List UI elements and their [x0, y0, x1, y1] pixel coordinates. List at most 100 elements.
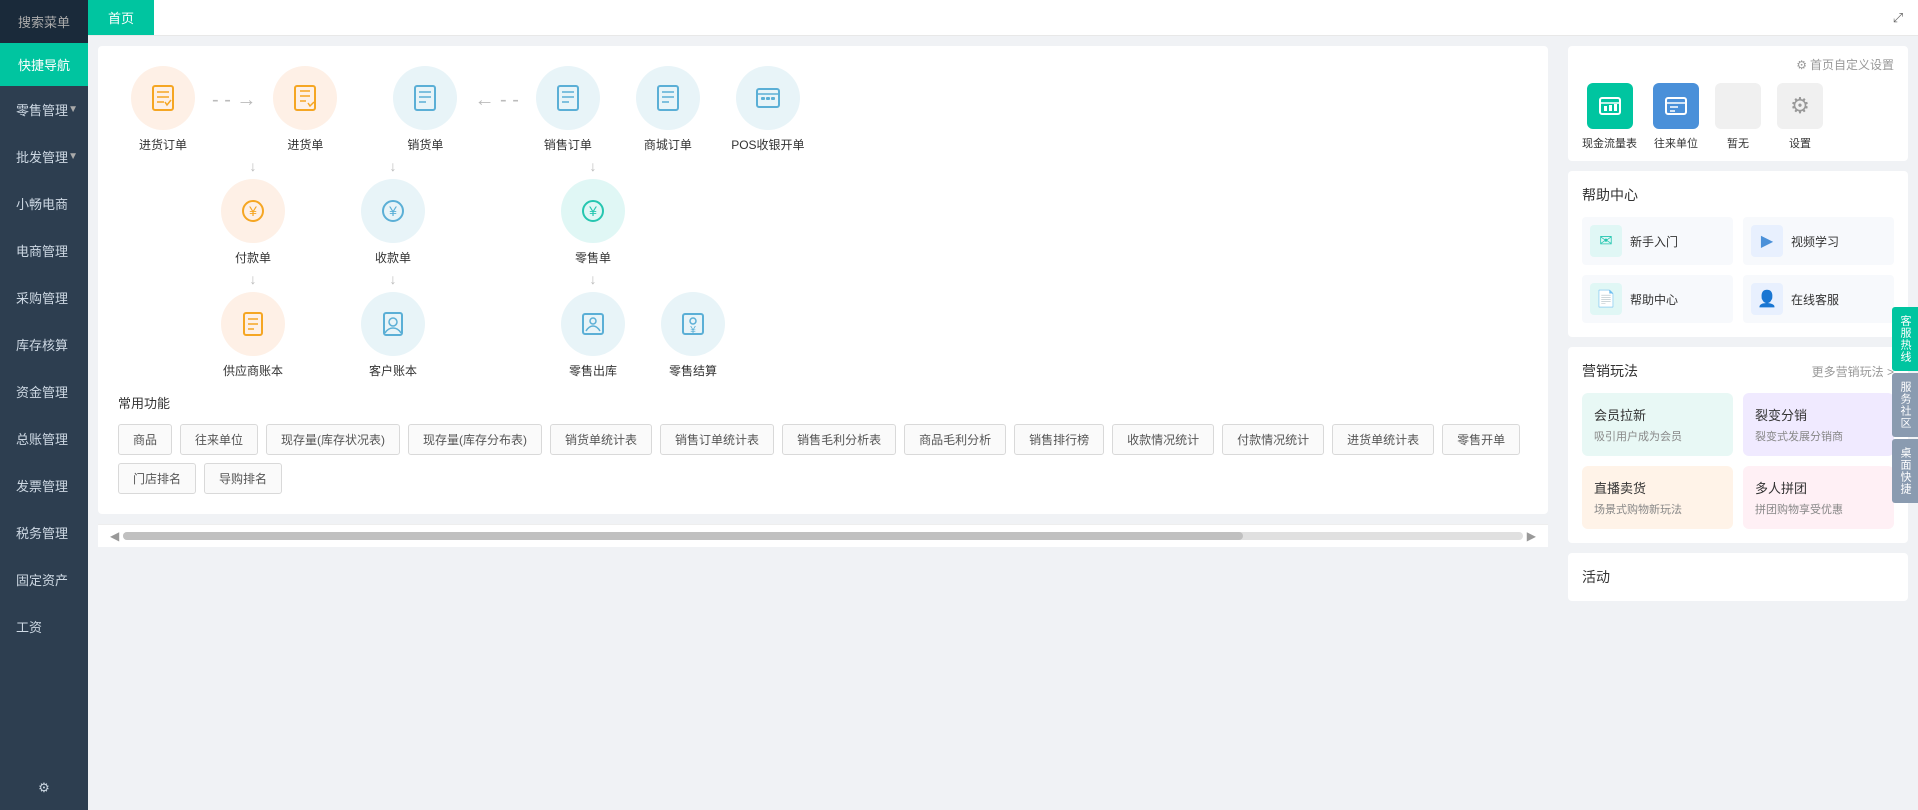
qa-item-partners[interactable]: 往来单位 [1653, 83, 1699, 151]
flow-node-retail-out[interactable]: 零售出库 [548, 292, 638, 379]
sidebar-item-salary[interactable]: 工资 [0, 603, 88, 650]
down-arrow-vendor: ↓ [250, 272, 257, 286]
func-btn-partners[interactable]: 往来单位 [180, 424, 258, 455]
qa-settings-link[interactable]: ⚙ 首页自定义设置 [1796, 56, 1894, 73]
qa-item-cashflow[interactable]: 现金流量表 [1582, 83, 1637, 151]
down-arrow-customer: ↓ [390, 272, 397, 286]
scroll-left-arrow[interactable]: ◀ [106, 529, 123, 543]
marketing-item-live[interactable]: 直播卖货 场景式购物新玩法 [1582, 466, 1733, 529]
func-btn-sale-stat[interactable]: 销货单统计表 [550, 424, 652, 455]
scroll-right-arrow[interactable]: ▶ [1523, 529, 1540, 543]
sidebar-nav-active[interactable]: 快捷导航 [0, 43, 88, 86]
help-item-help[interactable]: 📄 帮助中心 [1582, 275, 1733, 323]
help-icon-doc: 📄 [1590, 283, 1622, 315]
func-btn-guide-rank[interactable]: 导购排名 [204, 463, 282, 494]
func-btn-sale-order-stat[interactable]: 销售订单统计表 [660, 424, 774, 455]
member-desc: 吸引用户成为会员 [1594, 428, 1721, 444]
sidebar-item-retail[interactable]: 零售管理 ▼ [0, 86, 88, 133]
down-arrow-sale: ↓ [390, 159, 397, 173]
sidebar-item-invoice[interactable]: 发票管理 [0, 462, 88, 509]
retail-label: 零售单 [575, 249, 611, 266]
float-btn-hotline[interactable]: 客服热线 [1892, 307, 1918, 371]
flow-node-receipt[interactable]: ¥ 收款单 [348, 179, 438, 266]
purchase-order-icon [131, 66, 195, 130]
sidebar-settings[interactable]: ⚙ [0, 766, 88, 810]
sidebar-item-wholesale[interactable]: 批发管理 ▼ [0, 133, 88, 180]
expand-icon[interactable]: ⤢ [1888, 8, 1908, 28]
sidebar-item-tax[interactable]: 税务管理 [0, 509, 88, 556]
beginner-label: 新手入门 [1630, 233, 1678, 250]
float-btn-community[interactable]: 服务社区 [1892, 373, 1918, 437]
svg-text:¥: ¥ [248, 203, 257, 219]
flow-node-payment[interactable]: ¥ 付款单 [208, 179, 298, 266]
sidebar-search[interactable]: 搜索菜单 [0, 0, 88, 43]
help-item-service[interactable]: 👤 在线客服 [1743, 275, 1894, 323]
pos-icon [736, 66, 800, 130]
marketing-item-group[interactable]: 多人拼团 拼团购物享受优惠 [1743, 466, 1894, 529]
scroll-track[interactable] [123, 532, 1523, 540]
func-btn-stock1[interactable]: 现存量(库存状况表) [266, 424, 400, 455]
marketing-more-link[interactable]: 更多营销玩法 > [1812, 363, 1894, 380]
flow-node-shop-order[interactable]: 商城订单 [623, 66, 713, 153]
cashflow-icon [1587, 83, 1633, 129]
sidebar-item-inventory[interactable]: 库存核算 [0, 321, 88, 368]
service-icon: 👤 [1751, 283, 1783, 315]
func-btn-store-rank[interactable]: 门店排名 [118, 463, 196, 494]
flow-node-purchase-order[interactable]: 进货订单 [118, 66, 208, 153]
func-btn-purchase-stat[interactable]: 进货单统计表 [1332, 424, 1434, 455]
flow-node-retail[interactable]: ¥ 零售单 [548, 179, 638, 266]
shop-order-label: 商城订单 [644, 136, 692, 153]
flow-card: 进货订单 - - → 进货单 [98, 46, 1548, 514]
help-item-video[interactable]: ▶ 视频学习 [1743, 217, 1894, 265]
flow-node-vendor-book[interactable]: 供应商账本 [208, 292, 298, 379]
sidebar-item-finance[interactable]: 资金管理 [0, 368, 88, 415]
help-item-beginner[interactable]: ✉ 新手入门 [1582, 217, 1733, 265]
qa-item-empty: 暂无 [1715, 83, 1761, 151]
flow-node-sale-order[interactable]: 销售订单 [523, 66, 613, 153]
common-functions: 常用功能 商品 往来单位 现存量(库存状况表) 现存量(库存分布表) 销货单统计… [118, 393, 1528, 494]
flow-node-pos[interactable]: POS收银开单 [723, 66, 813, 153]
flow-node-purchase[interactable]: 进货单 [260, 66, 350, 153]
scroll-bar: ◀ ▶ [98, 524, 1548, 547]
flow-node-customer-book[interactable]: 客户账本 [348, 292, 438, 379]
sale-label: 销货单 [407, 136, 443, 153]
func-btn-goods-profit[interactable]: 商品毛利分析 [904, 424, 1006, 455]
func-btn-sale-rank[interactable]: 销售排行榜 [1014, 424, 1104, 455]
qa-partners-label: 往来单位 [1654, 135, 1698, 151]
activities-card: 活动 [1568, 553, 1908, 601]
video-icon: ▶ [1751, 225, 1783, 257]
sidebar-item-ecommerce[interactable]: 电商管理 [0, 227, 88, 274]
partners-icon [1653, 83, 1699, 129]
sidebar-item-ledger[interactable]: 总账管理 [0, 415, 88, 462]
purchase-order-label: 进货订单 [139, 136, 187, 153]
gear-icon: ⚙ [1796, 58, 1807, 72]
sidebar-item-assets[interactable]: 固定资产 [0, 556, 88, 603]
qa-icons: 现金流量表 往来单位 暂无 ⚙ [1582, 83, 1894, 151]
vendor-book-icon [221, 292, 285, 356]
customer-book-icon [361, 292, 425, 356]
sale-order-icon [536, 66, 600, 130]
svg-text:¥: ¥ [588, 203, 597, 219]
help-title: 帮助中心 [1582, 185, 1894, 205]
qa-settings-label: 设置 [1789, 135, 1811, 151]
vendor-book-label: 供应商账本 [223, 362, 283, 379]
qa-cashflow-label: 现金流量表 [1582, 135, 1637, 151]
float-btn-desktop[interactable]: 桌面快捷 [1892, 439, 1918, 503]
func-btn-retail-open[interactable]: 零售开单 [1442, 424, 1520, 455]
sidebar-item-purchase[interactable]: 采购管理 [0, 274, 88, 321]
flow-node-sale[interactable]: 销货单 [380, 66, 470, 153]
quick-access-card: ⚙ 首页自定义设置 现金流量表 往来单位 [1568, 46, 1908, 161]
func-btn-receipt-stat[interactable]: 收款情况统计 [1112, 424, 1214, 455]
func-btn-sale-profit[interactable]: 销售毛利分析表 [782, 424, 896, 455]
flow-node-retail-settle[interactable]: ¥ 零售结算 [648, 292, 738, 379]
customer-book-label: 客户账本 [369, 362, 417, 379]
func-btn-goods[interactable]: 商品 [118, 424, 172, 455]
marketing-item-member[interactable]: 会员拉新 吸引用户成为会员 [1582, 393, 1733, 456]
tab-home[interactable]: 首页 [88, 0, 154, 35]
func-btn-stock2[interactable]: 现存量(库存分布表) [408, 424, 542, 455]
marketing-item-fission[interactable]: 裂变分销 裂变式发展分销商 [1743, 393, 1894, 456]
sidebar-item-ecommerce-small[interactable]: 小畅电商 [0, 180, 88, 227]
qa-item-settings[interactable]: ⚙ 设置 [1777, 83, 1823, 151]
func-btn-payment-stat[interactable]: 付款情况统计 [1222, 424, 1324, 455]
marketing-title: 营销玩法 [1582, 361, 1638, 381]
